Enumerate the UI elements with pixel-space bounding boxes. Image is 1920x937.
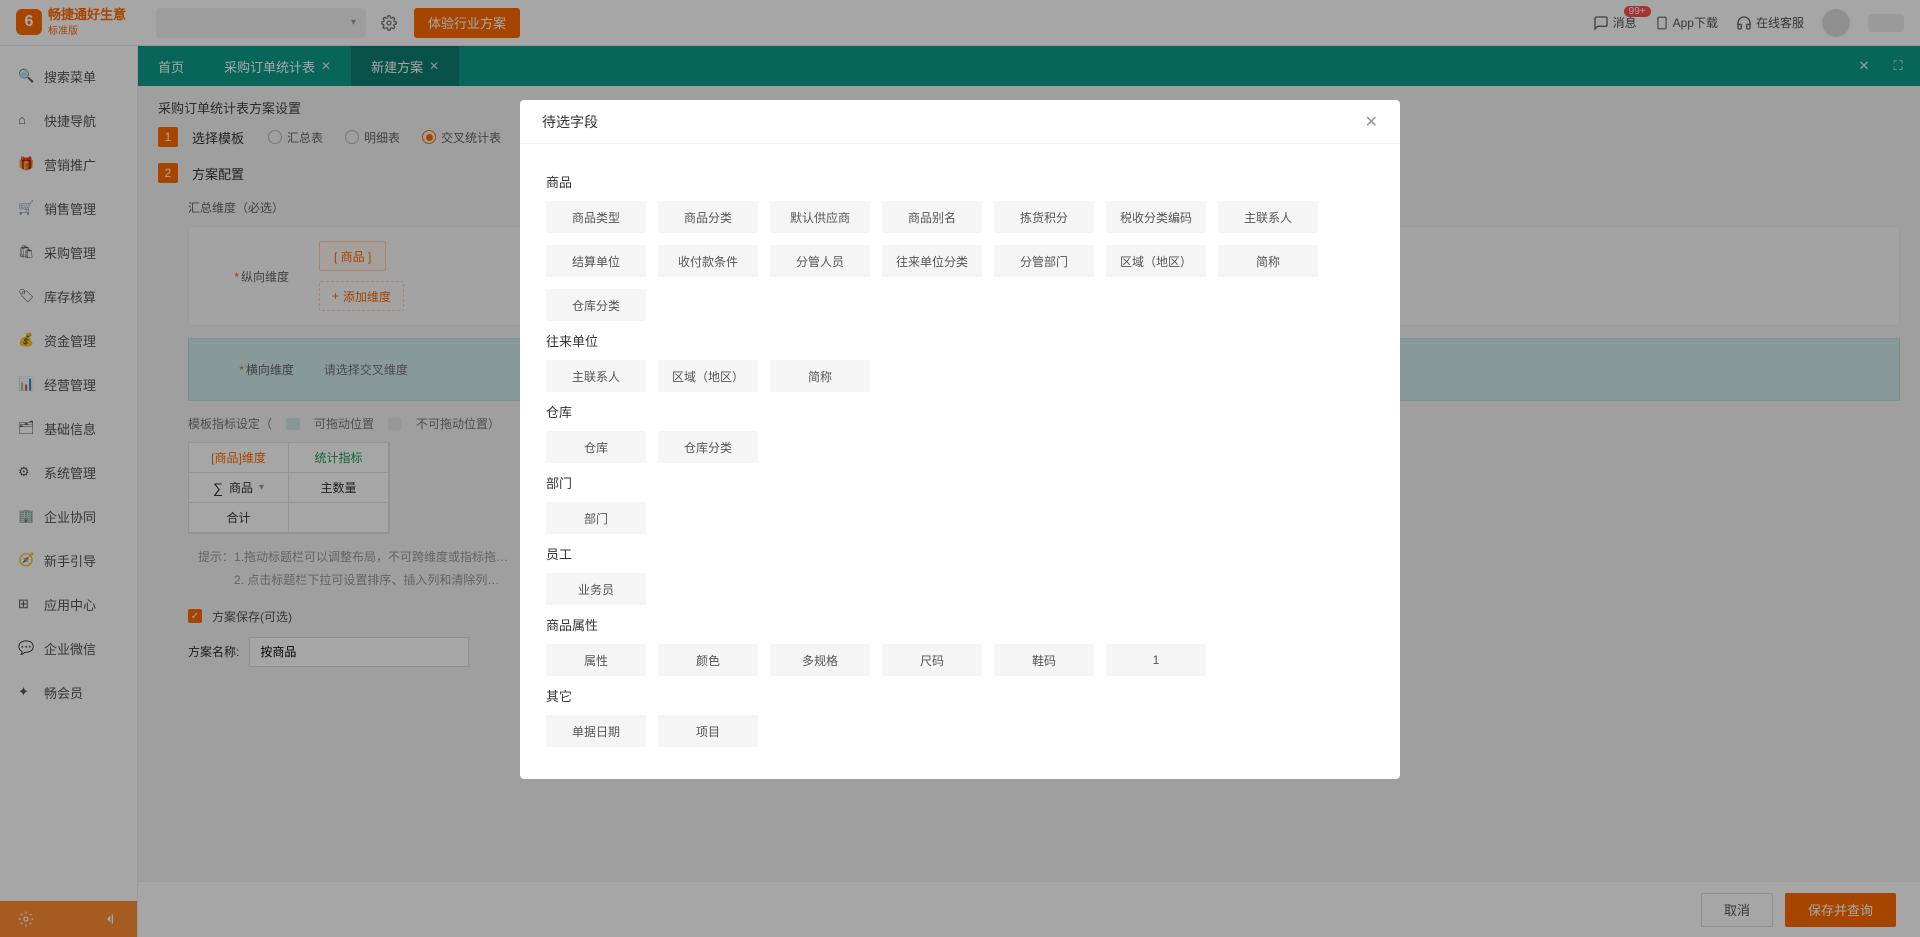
field-chip[interactable]: 项目 [658,715,758,747]
field-group-row: 仓库仓库分类 [546,431,1374,463]
field-chip[interactable]: 简称 [770,360,870,392]
modal-body: 商品商品类型商品分类默认供应商商品别名拣货积分税收分类编码主联系人结算单位收付款… [520,144,1400,779]
field-chip[interactable]: 多规格 [770,644,870,676]
modal-close-button[interactable]: ✕ [1365,112,1378,132]
field-chip[interactable]: 商品类型 [546,201,646,233]
field-chip[interactable]: 拣货积分 [994,201,1094,233]
field-chip[interactable]: 区域（地区） [1106,245,1206,277]
field-chip[interactable]: 区域（地区） [658,360,758,392]
field-chip[interactable]: 商品别名 [882,201,982,233]
field-picker-modal: 待选字段 ✕ 商品商品类型商品分类默认供应商商品别名拣货积分税收分类编码主联系人… [520,100,1400,779]
field-chip[interactable]: 分管部门 [994,245,1094,277]
modal-title: 待选字段 [542,112,598,132]
field-chip[interactable]: 单据日期 [546,715,646,747]
field-chip[interactable]: 税收分类编码 [1106,201,1206,233]
field-chip[interactable]: 结算单位 [546,245,646,277]
field-chip[interactable]: 分管人员 [770,245,870,277]
field-group-title: 员工 [546,544,1374,563]
field-group-row: 商品类型商品分类默认供应商商品别名拣货积分税收分类编码主联系人结算单位收付款条件… [546,201,1374,321]
field-chip[interactable]: 属性 [546,644,646,676]
app-root: 6 畅捷通好生意 标准版 ▾ 体验行业方案 消息 99+ App下载 [0,0,1920,937]
field-group-title: 商品 [546,172,1374,191]
field-chip[interactable]: 鞋码 [994,644,1094,676]
field-group-title: 往来单位 [546,331,1374,350]
modal-overlay[interactable]: 待选字段 ✕ 商品商品类型商品分类默认供应商商品别名拣货积分税收分类编码主联系人… [0,0,1920,937]
field-chip[interactable]: 仓库分类 [546,289,646,321]
field-group-title: 仓库 [546,402,1374,421]
field-chip[interactable]: 颜色 [658,644,758,676]
field-chip[interactable]: 默认供应商 [770,201,870,233]
field-group-row: 单据日期项目 [546,715,1374,747]
field-chip[interactable]: 收付款条件 [658,245,758,277]
field-chip[interactable]: 商品分类 [658,201,758,233]
field-chip[interactable]: 部门 [546,502,646,534]
field-chip[interactable]: 尺码 [882,644,982,676]
field-chip[interactable]: 业务员 [546,573,646,605]
field-chip[interactable]: 主联系人 [1218,201,1318,233]
field-group-row: 主联系人区域（地区） 简称 [546,360,1374,392]
field-group-title: 其它 [546,686,1374,705]
field-chip[interactable]: 主联系人 [546,360,646,392]
field-group-title: 部门 [546,473,1374,492]
field-group-row: 属性颜色多规格尺码鞋码 1 [546,644,1374,676]
modal-header: 待选字段 ✕ [520,100,1400,144]
field-group-title: 商品属性 [546,615,1374,634]
field-chip[interactable]: 往来单位分类 [882,245,982,277]
field-chip[interactable]: 1 [1106,644,1206,676]
field-chip[interactable]: 仓库 [546,431,646,463]
field-chip[interactable]: 仓库分类 [658,431,758,463]
field-group-row: 业务员 [546,573,1374,605]
field-chip[interactable]: 简称 [1218,245,1318,277]
field-group-row: 部门 [546,502,1374,534]
